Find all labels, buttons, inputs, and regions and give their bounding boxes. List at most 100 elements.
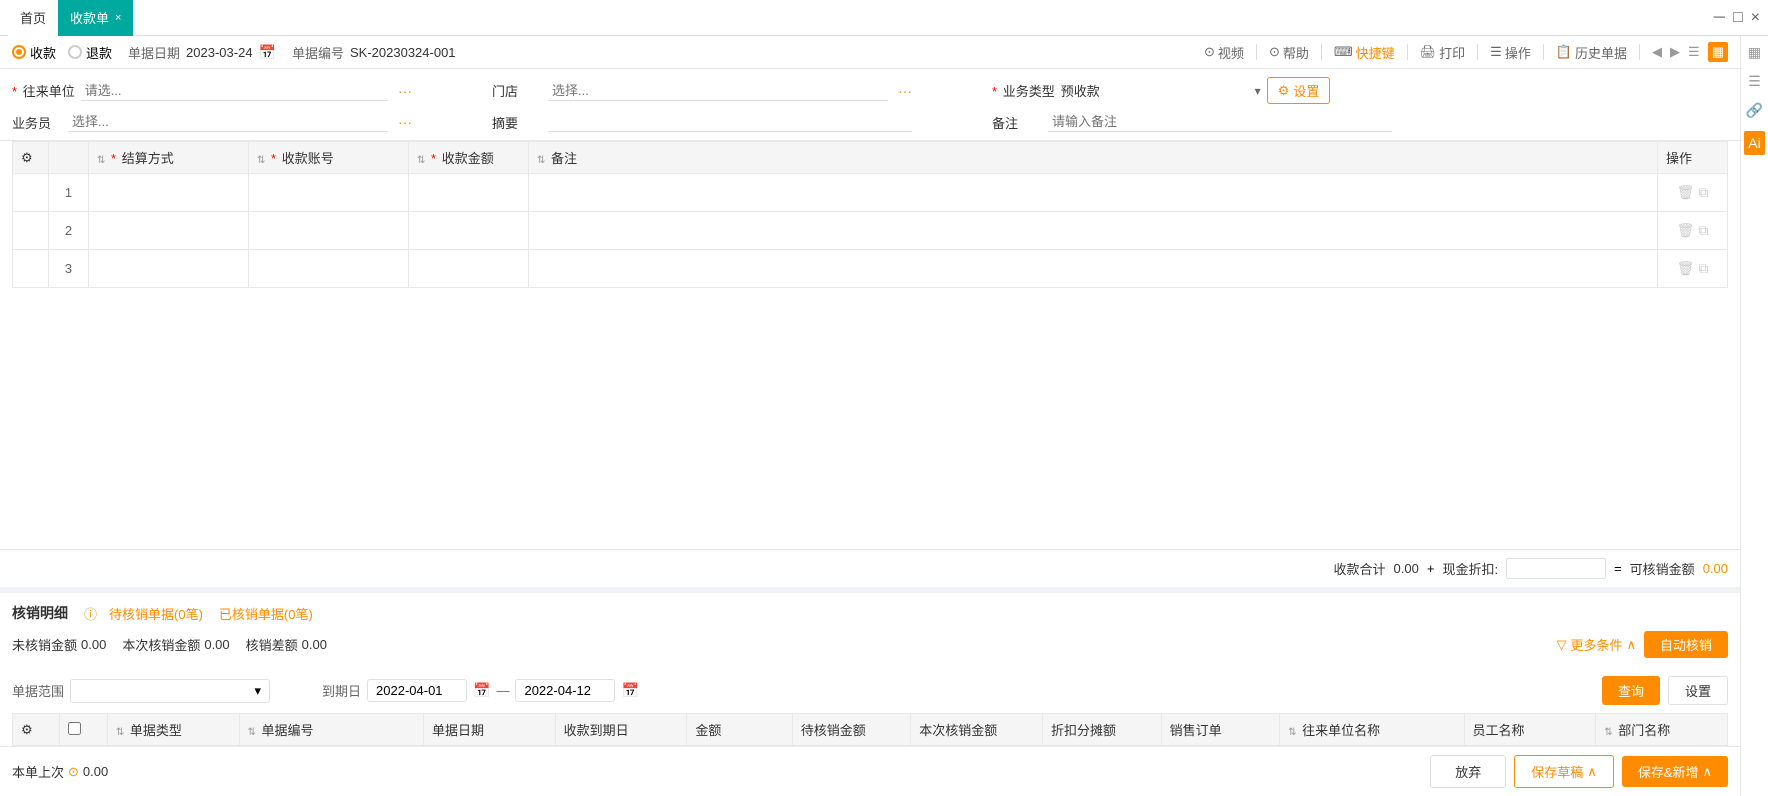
input-amount-1[interactable] — [409, 174, 528, 211]
td-account-3[interactable] — [249, 250, 409, 288]
shop-more-btn[interactable]: ··· — [898, 83, 912, 99]
td-amount-1[interactable] — [409, 174, 529, 212]
close-tab-icon[interactable]: × — [115, 12, 121, 24]
receipt-refund-toggle: 收款 退款 — [12, 43, 112, 62]
verification-info-icon[interactable]: ⓘ — [84, 604, 97, 623]
history-action[interactable]: 📋 历史单据 — [1556, 43, 1627, 62]
bottom-gear-icon[interactable]: ⚙ — [21, 722, 33, 737]
td-account-2[interactable] — [249, 212, 409, 250]
input-account-1[interactable] — [249, 174, 408, 211]
receipt-radio-label: 收款 — [30, 43, 56, 62]
auto-cancel-button[interactable]: 自动核销 — [1644, 631, 1728, 658]
calendar-to-icon[interactable]: 📅 — [621, 682, 638, 699]
pending-tab[interactable]: 待核销单据(0笔) — [109, 604, 203, 623]
business-type-chevron[interactable]: ▾ — [1255, 84, 1261, 98]
input-settlement-2[interactable] — [89, 212, 248, 249]
business-type-select[interactable]: 预收款 ▾ — [1061, 81, 1261, 100]
td-settlement-3[interactable] — [89, 250, 249, 288]
save-draft-button[interactable]: 保存草稿 ∧ — [1514, 755, 1614, 788]
delete-icon-1[interactable]: 🗑 — [1677, 184, 1695, 201]
receipt-radio[interactable]: 收款 — [12, 43, 56, 62]
delete-icon-3[interactable]: 🗑 — [1677, 260, 1695, 277]
help-action[interactable]: ⊙ 帮助 — [1269, 43, 1309, 62]
input-amount-3[interactable] — [409, 250, 528, 287]
bottom-table-section: ⚙ ⇅ 单据类型 ⇅ 单据编号 — [12, 713, 1728, 746]
copy-icon-3[interactable]: ⧉ — [1698, 260, 1708, 277]
abandon-button[interactable]: 放弃 — [1430, 755, 1506, 788]
nav-tab-home[interactable]: 首页 — [8, 0, 58, 36]
table-row: 1 🗑 ⧉ — [13, 174, 1728, 212]
td-settlement-2[interactable] — [89, 212, 249, 250]
sort-icon-amount: ⇅ — [417, 155, 425, 166]
right-arrow-icon[interactable]: ▶ — [1670, 44, 1680, 60]
filter-row: 单据范围 ▾ 到期日 📅 — 📅 查询 设置 — [12, 668, 1728, 713]
list-icon[interactable]: ☰ — [1688, 44, 1700, 60]
minimize-icon[interactable]: ─ — [1714, 9, 1725, 27]
td-account-1[interactable] — [249, 174, 409, 212]
copy-icon-1[interactable]: ⧉ — [1698, 184, 1708, 201]
input-account-2[interactable] — [249, 212, 408, 249]
print-action[interactable]: 🖨 打印 — [1420, 43, 1466, 62]
operation-action[interactable]: ☰ 操作 — [1490, 43, 1531, 62]
verifiable-label: 可核销金额 — [1630, 559, 1695, 578]
summary-input[interactable] — [548, 112, 912, 132]
bth-gear[interactable]: ⚙ — [13, 714, 60, 746]
shop-input[interactable] — [548, 81, 888, 101]
calendar-icon[interactable]: 📅 — [259, 44, 276, 61]
notes-label: 备注 — [992, 113, 1042, 132]
counterpart-input[interactable] — [81, 81, 388, 101]
settings-button[interactable]: ⚙ 设置 — [1267, 77, 1331, 104]
input-settlement-1[interactable] — [89, 174, 248, 211]
date-from-input[interactable] — [367, 679, 467, 702]
sidebar-list-icon[interactable]: ☰ — [1748, 73, 1761, 90]
more-conditions-btn[interactable]: ▽ 更多条件 ∧ — [1556, 635, 1636, 654]
gear-settings-icon[interactable]: ⚙ — [21, 150, 33, 165]
sidebar-link-icon[interactable]: 🔗 — [1746, 102, 1763, 119]
td-notes-3[interactable] — [529, 250, 1658, 288]
range-select[interactable]: ▾ — [70, 679, 270, 703]
input-amount-2[interactable] — [409, 212, 528, 249]
sidebar-ai-icon[interactable]: Ai — [1744, 131, 1764, 155]
notes-input[interactable] — [1048, 112, 1392, 132]
input-account-3[interactable] — [249, 250, 408, 287]
refund-radio[interactable]: 退款 — [68, 43, 112, 62]
input-notes-1[interactable] — [529, 174, 1657, 211]
td-num-3: 3 — [49, 250, 89, 288]
save-new-button[interactable]: 保存&新增 ∧ — [1622, 756, 1728, 787]
td-settlement-1[interactable] — [89, 174, 249, 212]
close-window-icon[interactable]: × — [1751, 9, 1760, 27]
discount-input[interactable] — [1506, 558, 1606, 579]
current-amount: 本次核销金额 0.00 — [122, 635, 229, 654]
grid-icon[interactable]: ▦ — [1708, 42, 1728, 62]
video-action[interactable]: ⊙ 视频 — [1204, 43, 1244, 62]
input-notes-2[interactable] — [529, 212, 1657, 249]
td-amount-3[interactable] — [409, 250, 529, 288]
bth-bill-num: ⇅ 单据编号 — [239, 714, 423, 746]
salesperson-more-btn[interactable]: ··· — [398, 114, 412, 130]
nav-tab-receipt[interactable]: 收款单 × — [58, 0, 133, 36]
bottom-bar: 本单上次 ⊙ 0.00 放弃 保存草稿 ∧ 保存&新增 ∧ — [0, 746, 1740, 796]
shortcut-action[interactable]: ⌨ 快捷键 — [1334, 43, 1395, 62]
verified-tab[interactable]: 已核销单据(0笔) — [219, 604, 313, 623]
bottom-settings-button[interactable]: 设置 — [1668, 676, 1728, 705]
input-notes-3[interactable] — [529, 250, 1657, 287]
td-notes-2[interactable] — [529, 212, 1658, 250]
sidebar-table-icon[interactable]: ▦ — [1748, 44, 1761, 61]
bottom-info-icon[interactable]: ⊙ — [68, 764, 79, 780]
td-notes-1[interactable] — [529, 174, 1658, 212]
delete-icon-2[interactable]: 🗑 — [1677, 222, 1695, 239]
th-gear[interactable]: ⚙ — [13, 142, 49, 174]
counterpart-more-btn[interactable]: ··· — [398, 83, 412, 99]
input-settlement-3[interactable] — [89, 250, 248, 287]
equals-label: = — [1614, 561, 1622, 576]
copy-icon-2[interactable]: ⧉ — [1698, 222, 1708, 239]
select-all-checkbox[interactable] — [68, 722, 81, 735]
date-to-input[interactable] — [515, 679, 615, 702]
query-button[interactable]: 查询 — [1602, 676, 1660, 705]
maximize-icon[interactable]: □ — [1733, 9, 1743, 27]
left-arrow-icon[interactable]: ◀ — [1652, 44, 1662, 60]
calendar-from-icon[interactable]: 📅 — [473, 682, 490, 699]
td-amount-2[interactable] — [409, 212, 529, 250]
salesperson-input[interactable] — [68, 112, 388, 132]
bth-current: 本次核销金额 — [911, 714, 1043, 746]
